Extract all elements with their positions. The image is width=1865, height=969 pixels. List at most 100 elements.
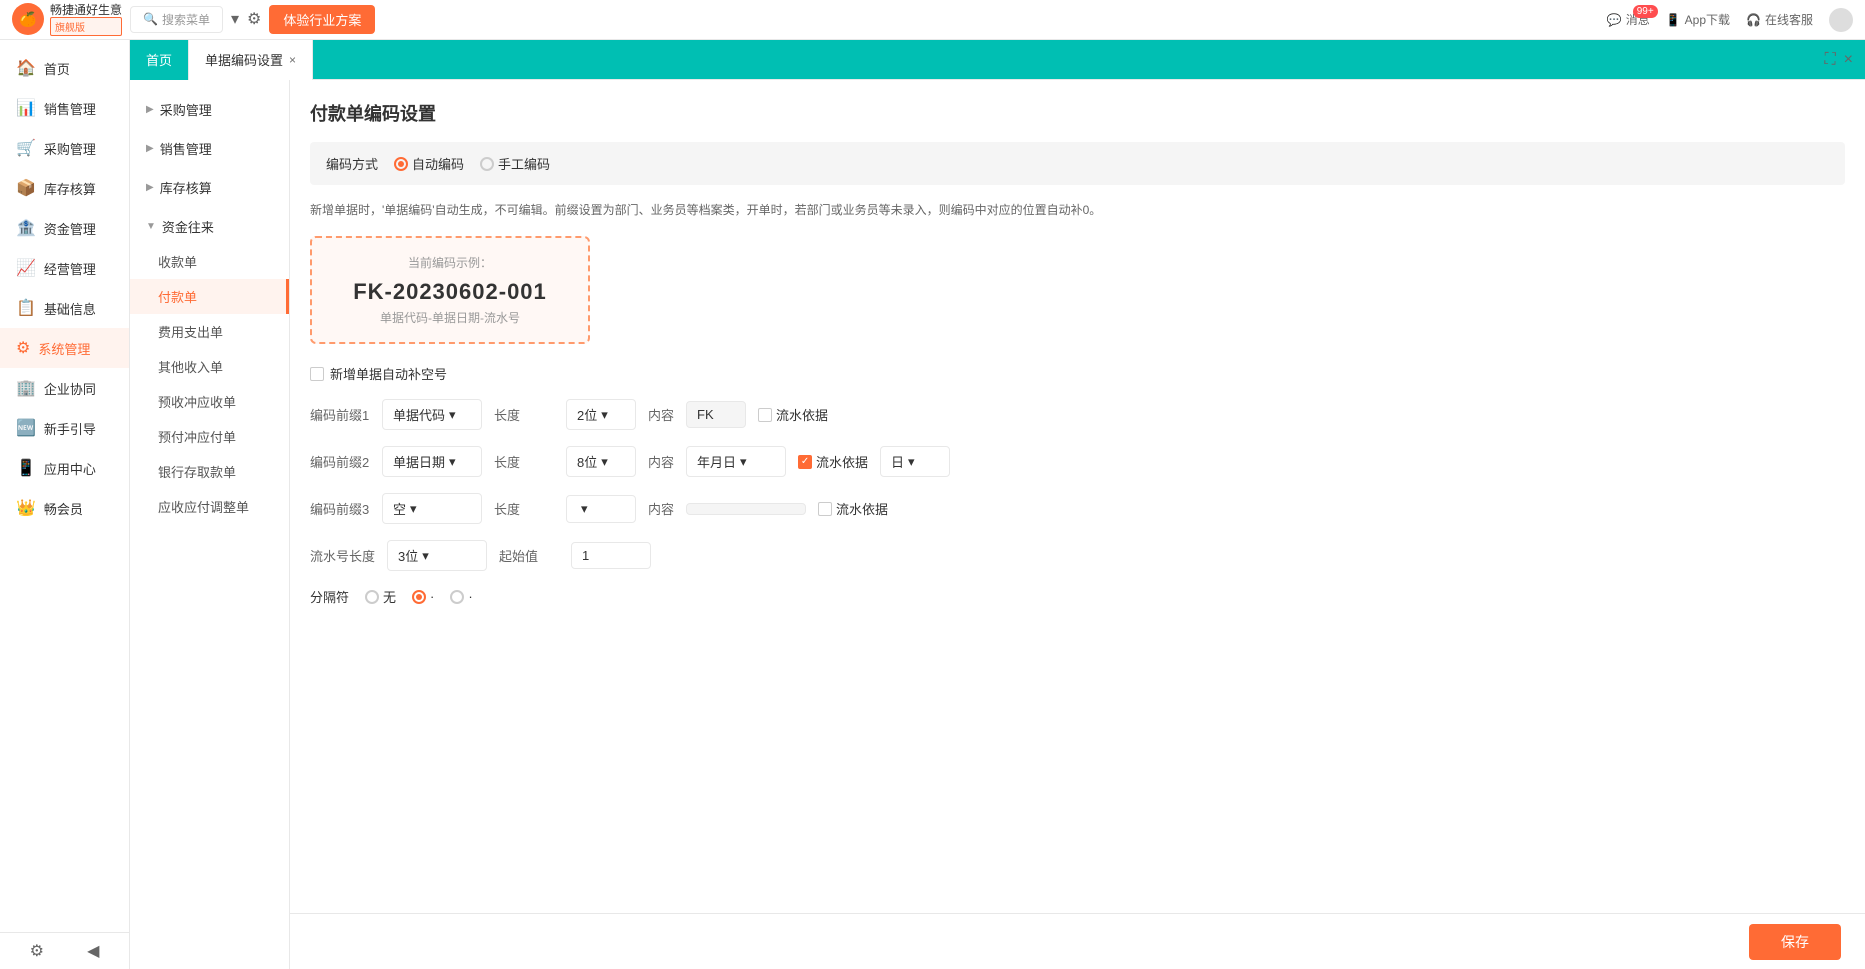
subnav-item-prepay-collect[interactable]: 预收冲应收单 — [130, 384, 289, 419]
content1-value: FK — [686, 401, 746, 428]
sidebar-item-purchase[interactable]: 🛒 采购管理 — [0, 128, 129, 168]
stream3-label: 流水依据 — [836, 499, 888, 518]
subnav-item-arap[interactable]: 应收应付调整单 — [130, 489, 289, 524]
app-download-btn[interactable]: 📱 App下载 — [1666, 11, 1730, 28]
subnav-title-inventory[interactable]: ▶ 库存核算 — [130, 170, 289, 205]
sidebar-item-enterprise[interactable]: 🏢 企业协同 — [0, 368, 129, 408]
tab-close-icon[interactable]: × — [289, 53, 296, 67]
sidebar-item-sales[interactable]: 📊 销售管理 — [0, 88, 129, 128]
length1-dropdown-icon: ▾ — [601, 407, 608, 423]
subnav-item-other-income[interactable]: 其他收入单 — [130, 349, 289, 384]
tab-content-area: 首页 单据编码设置 × ⛶ × ▶ 采购管理 — [130, 40, 1865, 969]
separator-dot-radio[interactable]: · — [412, 589, 434, 604]
sidebar-item-basic[interactable]: 📋 基础信息 — [0, 288, 129, 328]
content3-value — [686, 503, 806, 515]
tab-content-inner: ▶ 采购管理 ▶ 销售管理 ▶ 库存核算 — [130, 80, 1865, 969]
length2-select[interactable]: 8位 ▾ — [566, 446, 636, 477]
stream2-select-val: 日 — [891, 452, 904, 471]
online-service-btn[interactable]: 🎧 在线客服 — [1746, 11, 1813, 28]
page-main: 付款单编码设置 编码方式 自动编码 手工编码 — [290, 80, 1865, 913]
finance-icon: 🏦 — [16, 218, 36, 238]
sales-icon: 📊 — [16, 98, 36, 118]
encode-method-section: 编码方式 自动编码 手工编码 — [310, 142, 1845, 185]
subnav-item-bank[interactable]: 银行存取款单 — [130, 454, 289, 489]
separator-none-dot[interactable] — [365, 590, 379, 604]
stream1-checkbox[interactable] — [758, 408, 772, 422]
length3-select[interactable]: ▾ — [566, 495, 636, 523]
length1-select[interactable]: 2位 ▾ — [566, 399, 636, 430]
subnav-group-inventory: ▶ 库存核算 — [130, 170, 289, 205]
auto-fill-checkbox[interactable] — [310, 367, 324, 381]
stream2-label: 流水依据 — [816, 452, 868, 471]
main-layout: 🏠 首页 📊 销售管理 🛒 采购管理 📦 库存核算 🏦 资金管理 📈 经 — [0, 40, 1865, 969]
bottom-bar: 保存 — [290, 913, 1865, 969]
manual-encode-dot[interactable] — [480, 157, 494, 171]
auto-encode-dot[interactable] — [394, 157, 408, 171]
manual-encode-radio[interactable]: 手工编码 — [480, 154, 550, 173]
sidebar: 🏠 首页 📊 销售管理 🛒 采购管理 📦 库存核算 🏦 资金管理 📈 经 — [0, 40, 130, 969]
prefix3-select[interactable]: 空 ▾ — [382, 493, 482, 524]
length1-label: 长度 — [494, 405, 554, 424]
serial-length-select[interactable]: 3位 ▾ — [387, 540, 487, 571]
sidebar-item-member[interactable]: 👑 畅会员 — [0, 488, 129, 528]
chevron-right-icon: ▶ — [146, 104, 154, 115]
separator-none-radio[interactable]: 无 — [365, 587, 396, 606]
message-btn[interactable]: 💬 消息 99+ — [1607, 11, 1650, 28]
sub-nav: ▶ 采购管理 ▶ 销售管理 ▶ 库存核算 — [130, 80, 290, 969]
sidebar-item-system-label: 系统管理 — [38, 339, 90, 358]
sidebar-item-guide-label: 新手引导 — [44, 419, 96, 438]
tab-current[interactable]: 单据编码设置 × — [189, 40, 313, 80]
subnav-title-sales[interactable]: ▶ 销售管理 — [130, 131, 289, 166]
stream1-label: 流水依据 — [776, 405, 828, 424]
subnav-capital-label: 资金往来 — [162, 217, 214, 236]
separator-dash-label: · — [468, 589, 472, 604]
auto-encode-radio[interactable]: 自动编码 — [394, 154, 464, 173]
subnav-item-payment[interactable]: 付款单 — [130, 279, 289, 314]
separator-label: 分隔符 — [310, 587, 349, 606]
separator-dot-label: · — [430, 589, 434, 604]
save-button[interactable]: 保存 — [1749, 924, 1841, 960]
subnav-title-purchase[interactable]: ▶ 采购管理 — [130, 92, 289, 127]
example-code: FK-20230602-001 — [353, 279, 547, 305]
start-value-input[interactable]: 1 — [571, 542, 651, 569]
tab-closewindow-btn[interactable]: × — [1844, 51, 1853, 69]
search-menu[interactable]: 🔍 搜索菜单 — [130, 6, 223, 33]
separator-dash-dot[interactable] — [450, 590, 464, 604]
stream3-checkbox[interactable] — [818, 502, 832, 516]
settings-icon[interactable]: ⚙ — [247, 9, 261, 29]
subnav-item-prepay-pay[interactable]: 预付冲应付单 — [130, 419, 289, 454]
sidebar-item-guide[interactable]: 🆕 新手引导 — [0, 408, 129, 448]
sidebar-item-home[interactable]: 🏠 首页 — [0, 48, 129, 88]
sidebar-settings-btn[interactable]: ⚙ — [30, 941, 44, 961]
sidebar-item-apps[interactable]: 📱 应用中心 — [0, 448, 129, 488]
content2-select[interactable]: 年月日 ▾ — [686, 446, 786, 477]
basic-icon: 📋 — [16, 298, 36, 318]
stream2-select[interactable]: 日 ▾ — [880, 446, 950, 477]
prefix1-select[interactable]: 单据代码 ▾ — [382, 399, 482, 430]
length3-label: 长度 — [494, 499, 554, 518]
trial-button[interactable]: 体验行业方案 — [269, 5, 375, 34]
chevron-right-icon2: ▶ — [146, 143, 154, 154]
stream2-checkbox[interactable]: ✓ — [798, 455, 812, 469]
sidebar-item-finance[interactable]: 🏦 资金管理 — [0, 208, 129, 248]
logo-text: 畅捷通好生意 — [50, 3, 122, 17]
stream3-checkbox-row: 流水依据 — [818, 499, 888, 518]
prefix2-label: 编码前缀2 — [310, 452, 370, 471]
message-icon: 💬 — [1607, 13, 1622, 27]
tab-home[interactable]: 首页 — [130, 40, 189, 80]
subnav-item-receipt[interactable]: 收款单 — [130, 244, 289, 279]
subnav-item-expense[interactable]: 费用支出单 — [130, 314, 289, 349]
sidebar-item-operations[interactable]: 📈 经营管理 — [0, 248, 129, 288]
separator-dot-dot[interactable] — [412, 590, 426, 604]
sidebar-collapse-btn[interactable]: ◀ — [87, 941, 99, 961]
user-avatar[interactable] — [1829, 8, 1853, 32]
subnav-title-capital[interactable]: ▼ 资金往来 — [130, 209, 289, 244]
sidebar-item-system[interactable]: ⚙ 系统管理 — [0, 328, 129, 368]
sidebar-item-operations-label: 经营管理 — [44, 259, 96, 278]
dropdown-arrow[interactable]: ▾ — [231, 9, 239, 29]
tab-bar: 首页 单据编码设置 × ⛶ × — [130, 40, 1865, 80]
tab-maximize-btn[interactable]: ⛶ — [1824, 51, 1835, 69]
sidebar-item-inventory[interactable]: 📦 库存核算 — [0, 168, 129, 208]
separator-dash-radio[interactable]: · — [450, 589, 472, 604]
prefix2-select[interactable]: 单据日期 ▾ — [382, 446, 482, 477]
